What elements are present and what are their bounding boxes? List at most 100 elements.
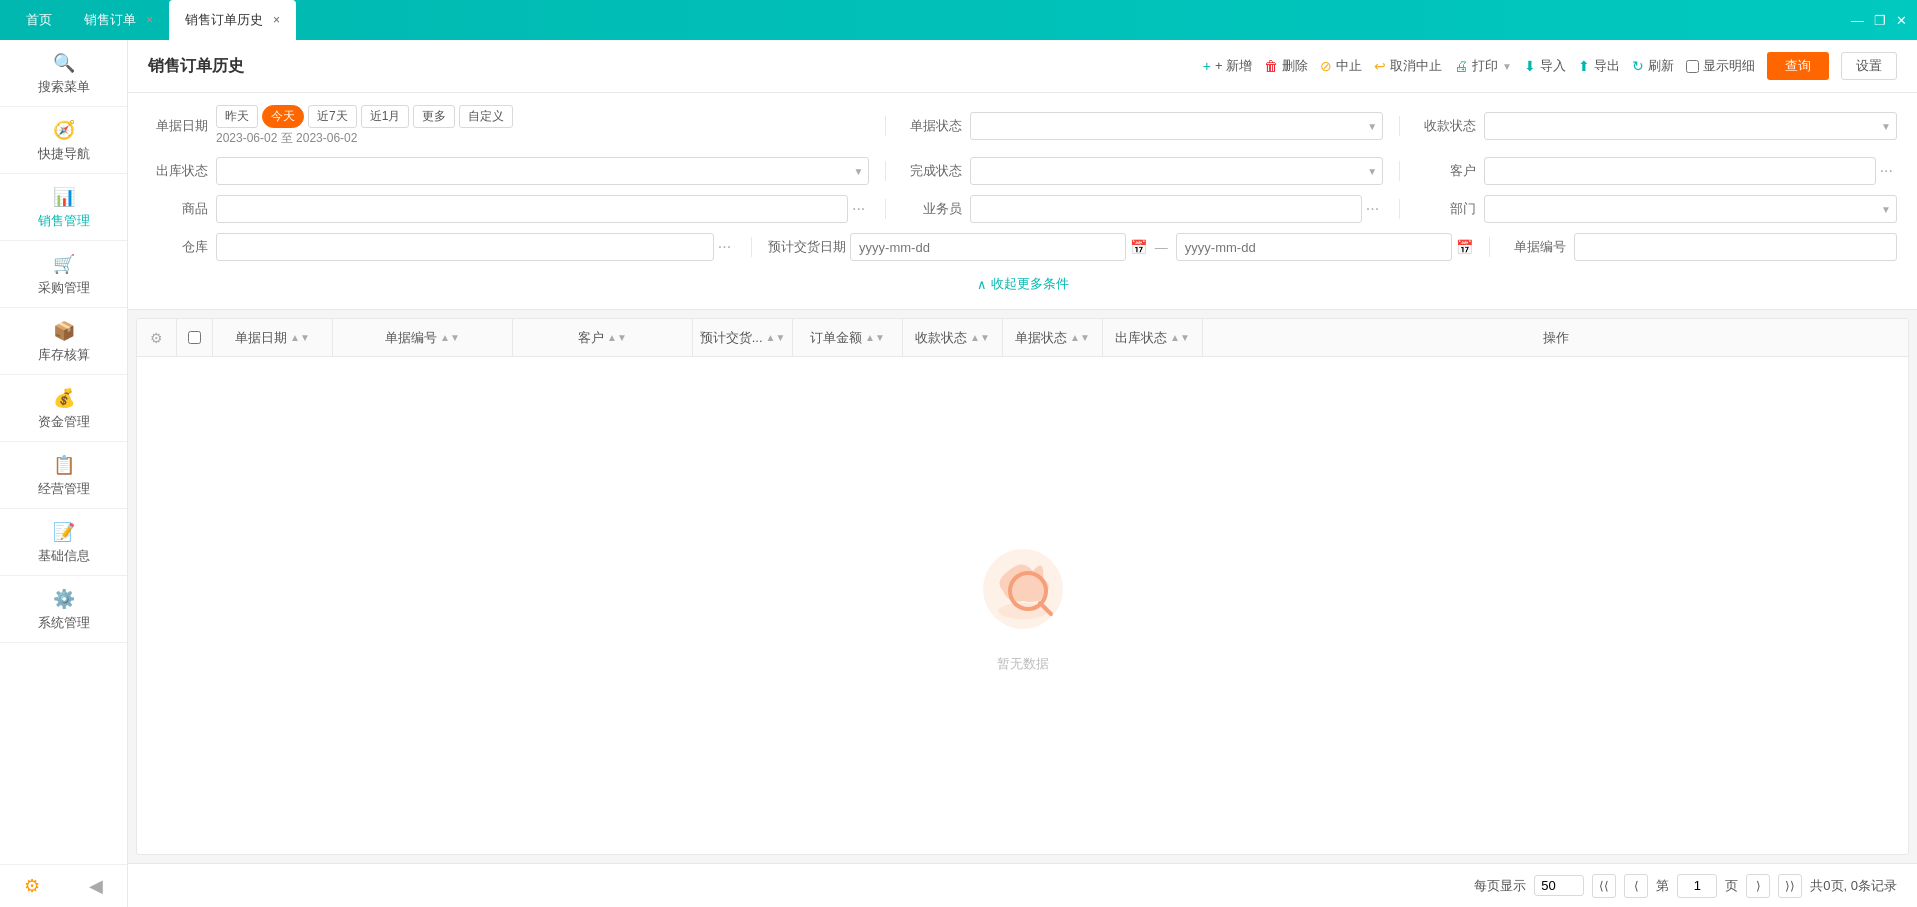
sidebar-item-inventory[interactable]: 📦 库存核算 [0,308,127,375]
chip-today[interactable]: 今天 [262,105,304,128]
tab-sales-order-label: 销售订单 [84,11,136,29]
sidebar-collapse-icon[interactable]: ◀ [89,875,103,897]
tab-sales-history-close[interactable]: × [273,13,280,27]
display-detail-checkbox[interactable]: 显示明细 [1686,57,1755,75]
tab-home[interactable]: 首页 [10,0,68,40]
th-status-sort-icon[interactable]: ▲▼ [1070,333,1090,343]
sidebar-item-operations[interactable]: 📋 经营管理 [0,442,127,509]
customer-control: ··· [1484,157,1897,185]
chip-yesterday[interactable]: 昨天 [216,105,258,128]
th-amount-sort-icon[interactable]: ▲▼ [865,333,885,343]
tab-sales-order-close[interactable]: × [146,13,153,27]
th-checkbox[interactable] [177,319,213,356]
next-page-button[interactable]: ⟩ [1746,874,1770,898]
export-button[interactable]: ⬆ 导出 [1578,57,1620,75]
new-button[interactable]: + + 新增 [1203,57,1252,75]
refresh-button[interactable]: ↻ 刷新 [1632,57,1674,75]
filter-area: 单据日期 昨天 今天 近7天 近1月 更多 自定义 2023-06-02 至 2… [128,93,1917,310]
product-dots-icon[interactable]: ··· [848,201,869,217]
product-input[interactable] [216,195,848,223]
close-icon[interactable]: ✕ [1896,13,1907,28]
order-code-input[interactable] [1574,233,1897,261]
setting-button[interactable]: 设置 [1841,52,1897,80]
th-stock-sort-icon[interactable]: ▲▼ [1170,333,1190,343]
filter-row-3: 商品 ··· 业务员 ··· 部门 [148,195,1897,223]
product-label: 商品 [148,200,208,218]
date-dash: — [1155,240,1168,255]
sidebar-item-purchase[interactable]: 🛒 采购管理 [0,241,127,308]
divider-1 [885,116,886,136]
order-status-select[interactable] [970,112,1383,140]
sidebar-item-system[interactable]: ⚙️ 系统管理 [0,576,127,643]
th-delivery-sort-icon[interactable]: ▲▼ [766,333,786,343]
customer-input[interactable] [1484,157,1876,185]
stop-icon: ⊘ [1320,58,1332,74]
salesperson-input[interactable] [970,195,1362,223]
minimize-icon[interactable]: — [1851,13,1864,28]
expected-date-label: 预计交货日期 [768,238,846,256]
warehouse-dots-icon[interactable]: ··· [714,239,735,255]
th-date-sort-icon[interactable]: ▲▼ [290,333,310,343]
expected-date-to[interactable] [1176,233,1452,261]
per-page-select[interactable]: 10 20 50 100 [1534,875,1584,896]
th-customer-sort-icon[interactable]: ▲▼ [607,333,627,343]
stop-button[interactable]: ⊘ 中止 [1320,57,1362,75]
chip-1month[interactable]: 近1月 [361,105,410,128]
import-button[interactable]: ⬇ 导入 [1524,57,1566,75]
chip-custom[interactable]: 自定义 [459,105,513,128]
export-icon: ⬆ [1578,58,1590,74]
cancel-stop-button[interactable]: ↩ 取消中止 [1374,57,1442,75]
sidebar-item-quicknav[interactable]: 🧭 快捷导航 [0,107,127,174]
chip-more[interactable]: 更多 [413,105,455,128]
sidebar-settings-icon[interactable]: ⚙ [24,875,40,897]
divider-4 [1399,161,1400,181]
expected-date-from[interactable] [850,233,1126,261]
sidebar-item-sales[interactable]: 📊 销售管理 [0,174,127,241]
delete-button[interactable]: 🗑 删除 [1264,57,1308,75]
chip-7days[interactable]: 近7天 [308,105,357,128]
last-page-button[interactable]: ⟩⟩ [1778,874,1802,898]
calendar-to-icon[interactable]: 📅 [1456,239,1473,255]
toolbar: + + 新增 🗑 删除 ⊘ 中止 ↩ 取消中止 [1203,52,1897,80]
display-detail-input[interactable] [1686,60,1699,73]
sidebar-item-finance-label: 资金管理 [38,413,90,431]
tab-sales-history[interactable]: 销售订单历史 × [169,0,296,40]
tab-sales-order[interactable]: 销售订单 × [68,0,169,40]
stock-out-select[interactable] [216,157,869,185]
print-button[interactable]: 🖨 打印 ▼ [1454,57,1512,75]
th-settings[interactable]: ⚙ [137,319,177,356]
first-page-button[interactable]: ⟨⟨ [1592,874,1616,898]
restore-icon[interactable]: ❐ [1874,13,1886,28]
receipt-status-select[interactable] [1484,112,1897,140]
order-code-label: 单据编号 [1506,238,1566,256]
receipt-status-control: ▼ [1484,112,1897,140]
date-chips-row: 昨天 今天 近7天 近1月 更多 自定义 [216,105,513,128]
gear-icon[interactable]: ⚙ [150,330,163,346]
th-receipt-sort-icon[interactable]: ▲▼ [970,333,990,343]
sidebar-item-basicinfo[interactable]: 📝 基础信息 [0,509,127,576]
calendar-from-icon[interactable]: 📅 [1130,239,1147,255]
prev-page-button[interactable]: ⟨ [1624,874,1648,898]
warehouse-input[interactable] [216,233,714,261]
salesperson-control: ··· [970,195,1383,223]
select-all-checkbox[interactable] [188,331,201,344]
th-code-sort-icon[interactable]: ▲▼ [440,333,460,343]
sidebar-item-finance[interactable]: 💰 资金管理 [0,375,127,442]
sidebar: 🔍 搜索菜单 🧭 快捷导航 📊 销售管理 🛒 采购管理 📦 库存核算 💰 资金管… [0,40,128,907]
refresh-icon: ↻ [1632,58,1644,74]
page-input[interactable] [1677,874,1717,898]
content-area: 销售订单历史 + + 新增 🗑 删除 ⊘ 中止 ↩ [128,40,1917,907]
print-icon: 🖨 [1454,58,1468,74]
query-button[interactable]: 查询 [1767,52,1829,80]
customer-dots-icon[interactable]: ··· [1876,163,1897,179]
salesperson-label: 业务员 [902,200,962,218]
salesperson-dots-icon[interactable]: ··· [1362,201,1383,217]
print-arrow-icon: ▼ [1502,61,1512,72]
basicinfo-icon: 📝 [53,521,75,543]
per-page-select-wrapper: 10 20 50 100 [1534,875,1584,896]
department-select[interactable] [1484,195,1897,223]
quicknav-icon: 🧭 [53,119,75,141]
collapse-row[interactable]: ∧ 收起更多条件 [148,271,1897,297]
complete-status-select[interactable] [970,157,1383,185]
sidebar-item-search[interactable]: 🔍 搜索菜单 [0,40,127,107]
